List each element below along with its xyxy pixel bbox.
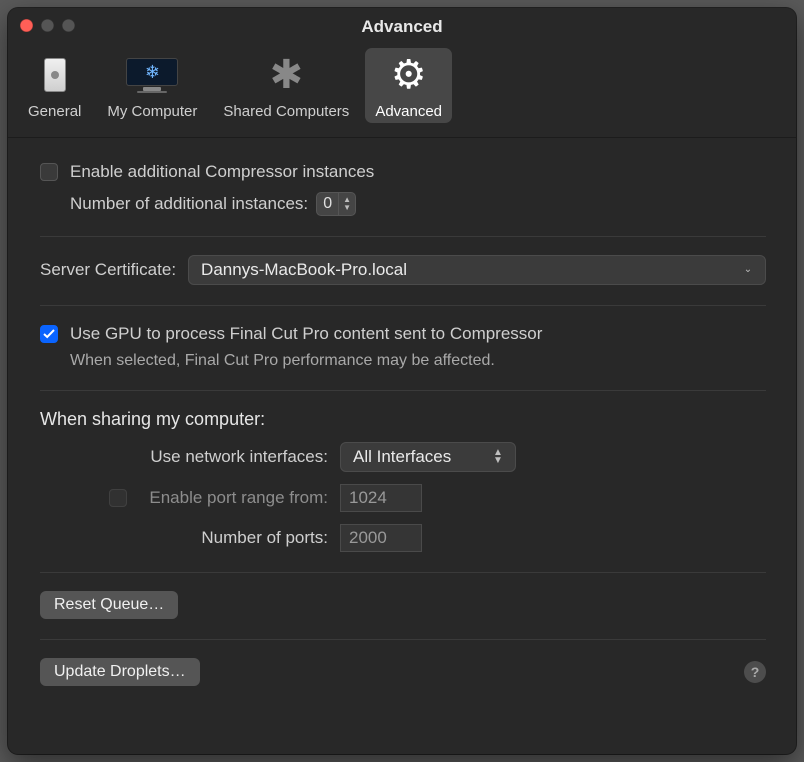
gpu-checkbox[interactable]: [40, 325, 58, 343]
tab-my-computer-label: My Computer: [107, 103, 197, 120]
server-certificate-row: Server Certificate: Dannys-MacBook-Pro.l…: [40, 255, 766, 285]
gear-icon: ⚙: [387, 53, 431, 97]
port-from-field[interactable]: 1024: [340, 484, 422, 512]
enable-instances-label: Enable additional Compressor instances: [70, 162, 374, 182]
divider: [40, 305, 766, 306]
network-interfaces-select[interactable]: All Interfaces ▲▼: [340, 442, 516, 472]
enable-port-range-row: Enable port range from: 1024: [40, 484, 766, 512]
tab-my-computer[interactable]: ❄ My Computer: [97, 48, 207, 123]
port-from-value: 1024: [349, 488, 387, 508]
number-of-ports-label: Number of ports:: [40, 528, 340, 548]
instance-count-row: Number of additional instances: 0 ▲▼: [70, 192, 766, 216]
update-row: Update Droplets… ?: [40, 658, 766, 686]
divider: [40, 390, 766, 391]
network-interfaces-label: Use network interfaces:: [40, 447, 340, 467]
instance-count-value: 0: [316, 192, 338, 216]
tab-advanced-label: Advanced: [375, 103, 442, 120]
divider: [40, 572, 766, 573]
divider: [40, 236, 766, 237]
enable-port-range-label: Enable port range from:: [149, 488, 328, 508]
instance-count-stepper[interactable]: 0 ▲▼: [316, 192, 356, 216]
sharing-heading: When sharing my computer:: [40, 409, 766, 430]
window-title: Advanced: [8, 13, 796, 37]
zoom-window-button[interactable]: [62, 19, 75, 32]
chevron-updown-icon: ⌄: [739, 266, 757, 274]
divider: [40, 639, 766, 640]
toolbar: General ❄ My Computer ✱ Shared Computers…: [8, 42, 796, 138]
monitor-icon: ❄: [130, 53, 174, 97]
gpu-hint: When selected, Final Cut Pro performance…: [70, 352, 766, 370]
reset-row: Reset Queue…: [40, 591, 766, 619]
gpu-label: Use GPU to process Final Cut Pro content…: [70, 324, 542, 344]
close-window-button[interactable]: [20, 19, 33, 32]
titlebar: Advanced: [8, 8, 796, 42]
tab-general[interactable]: General: [18, 48, 91, 123]
server-certificate-label: Server Certificate:: [40, 260, 176, 280]
chevron-updown-icon: ▲▼: [489, 449, 507, 465]
network-interfaces-value: All Interfaces: [353, 447, 451, 467]
tab-shared-computers-label: Shared Computers: [223, 103, 349, 120]
server-certificate-value: Dannys-MacBook-Pro.local: [201, 260, 407, 280]
instance-count-label: Number of additional instances:: [70, 194, 308, 214]
network-interfaces-row: Use network interfaces: All Interfaces ▲…: [40, 442, 766, 472]
enable-instances-row: Enable additional Compressor instances: [40, 162, 766, 182]
update-droplets-button[interactable]: Update Droplets…: [40, 658, 200, 686]
tab-general-label: General: [28, 103, 81, 120]
enable-instances-checkbox[interactable]: [40, 163, 58, 181]
number-of-ports-value: 2000: [349, 528, 387, 548]
number-of-ports-row: Number of ports: 2000: [40, 524, 766, 552]
number-of-ports-field[interactable]: 2000: [340, 524, 422, 552]
window-controls: [20, 19, 75, 32]
server-certificate-select[interactable]: Dannys-MacBook-Pro.local ⌄: [188, 255, 766, 285]
content: Enable additional Compressor instances N…: [8, 138, 796, 706]
network-icon: ✱: [264, 53, 308, 97]
help-button[interactable]: ?: [744, 661, 766, 683]
preferences-window: Advanced General ❄ My Computer ✱ Shared …: [8, 8, 796, 754]
gpu-row: Use GPU to process Final Cut Pro content…: [40, 324, 766, 344]
minimize-window-button[interactable]: [41, 19, 54, 32]
general-icon: [33, 53, 77, 97]
tab-advanced[interactable]: ⚙ Advanced: [365, 48, 452, 123]
enable-port-range-checkbox[interactable]: [109, 489, 127, 507]
reset-queue-button[interactable]: Reset Queue…: [40, 591, 178, 619]
stepper-arrows-icon: ▲▼: [338, 192, 356, 216]
tab-shared-computers[interactable]: ✱ Shared Computers: [213, 48, 359, 123]
